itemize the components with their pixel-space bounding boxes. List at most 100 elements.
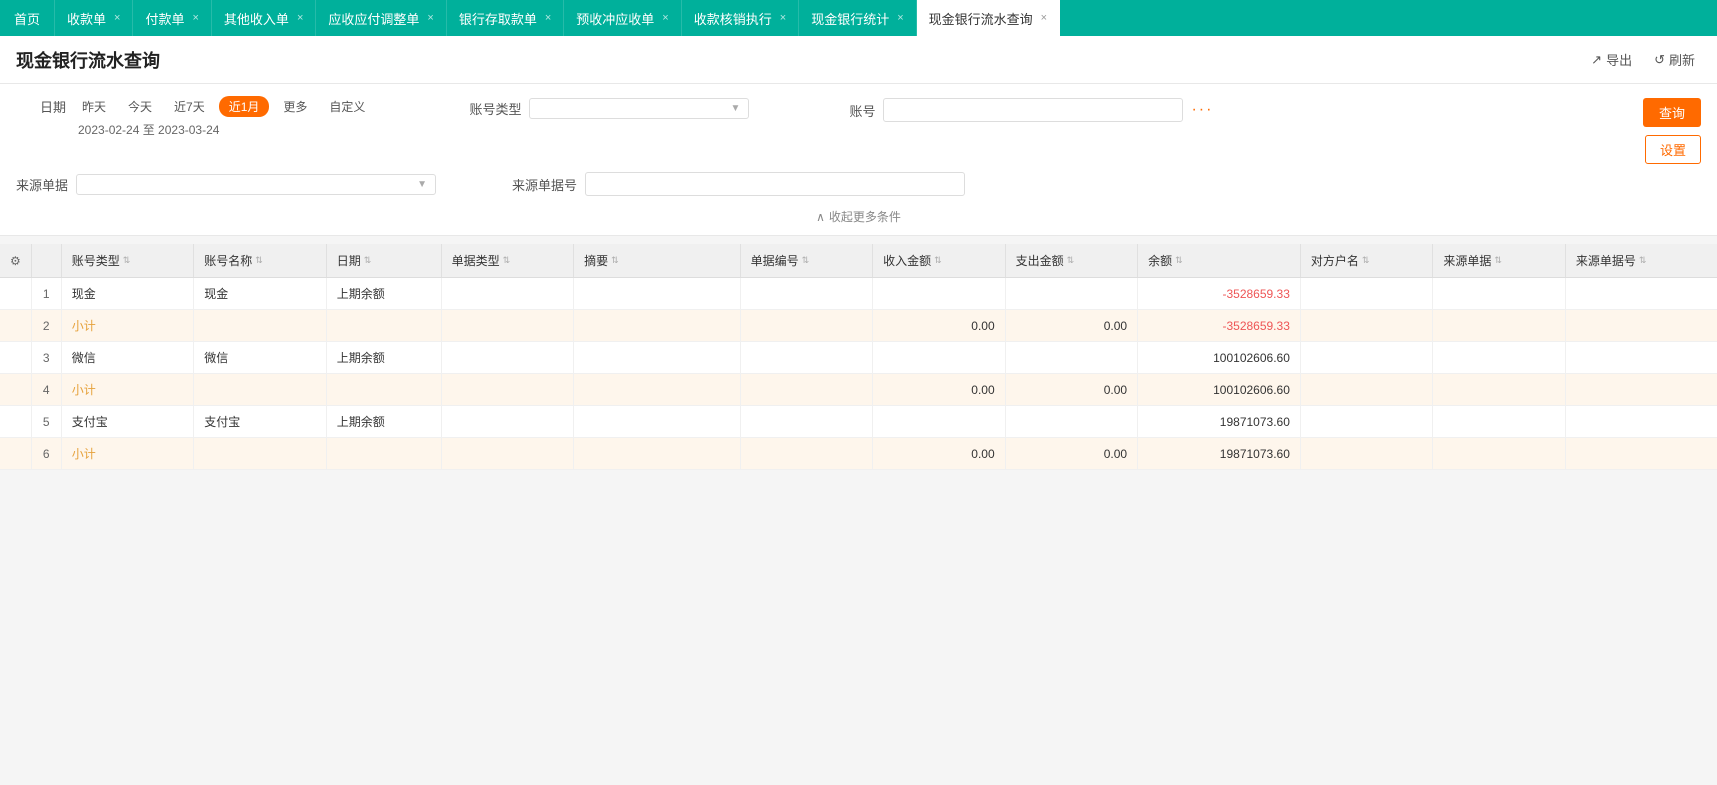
sort-icon: ⇅ [802, 255, 810, 266]
nav-tab-银行存取款单[interactable]: 银行存取款单× [447, 0, 564, 36]
row-gear-cell [0, 342, 31, 374]
account-type-column-header[interactable]: 账号类型⇅ [61, 244, 193, 278]
nav-tab-收款单[interactable]: 收款单× [55, 0, 133, 36]
tab-close-icon[interactable]: × [427, 12, 433, 24]
balance-cell: -3528659.33 [1138, 278, 1301, 310]
account-type-cell: 小计 [61, 310, 193, 342]
nav-tab-现金银行流水查询[interactable]: 现金银行流水查询× [917, 0, 1060, 36]
doc-number-cell [740, 406, 872, 438]
doc-number-cell [740, 310, 872, 342]
account-name-cell: 支付宝 [194, 406, 326, 438]
collapse-bar[interactable]: ∧ 收起更多条件 [16, 204, 1701, 227]
balance-cell: 19871073.60 [1138, 438, 1301, 470]
date-option-今天[interactable]: 今天 [120, 96, 160, 117]
tab-close-icon[interactable]: × [545, 12, 551, 24]
date-cell: 上期余额 [326, 278, 441, 310]
account-name-cell: 现金 [194, 278, 326, 310]
tab-close-icon[interactable]: × [780, 12, 786, 24]
table-row: 5 支付宝 支付宝 上期余额 19871073.60 [0, 406, 1717, 438]
settings-button[interactable]: 设置 [1645, 135, 1701, 164]
expense-cell: 0.00 [1005, 438, 1137, 470]
doc-number-cell [740, 342, 872, 374]
sort-icon: ⇅ [611, 255, 619, 266]
account-name-cell [194, 310, 326, 342]
source-doc-column-header[interactable]: 来源单据⇅ [1433, 244, 1565, 278]
table-row: 6 小计 0.00 0.00 19871073.60 [0, 438, 1717, 470]
date-option-近1月[interactable]: 近1月 [219, 96, 270, 117]
refresh-icon: ↺ [1654, 52, 1665, 68]
tab-close-icon[interactable]: × [192, 12, 198, 24]
date-option-自定义[interactable]: 自定义 [321, 96, 373, 117]
balance-cell: 100102606.60 [1138, 374, 1301, 406]
tab-close-icon[interactable]: × [297, 12, 303, 24]
balance-column-header[interactable]: 余额⇅ [1138, 244, 1301, 278]
summary-cell [574, 438, 741, 470]
doc-number-column-header[interactable]: 单据编号⇅ [740, 244, 872, 278]
source-doc-cell [1433, 374, 1565, 406]
export-icon: ↗ [1591, 52, 1602, 68]
source-doc-num-column-header[interactable]: 来源单据号⇅ [1565, 244, 1717, 278]
income-cell: 0.00 [873, 438, 1005, 470]
sort-icon: ⇅ [123, 255, 131, 266]
doc-type-cell [441, 438, 573, 470]
expense-cell [1005, 406, 1137, 438]
source-doc-select[interactable]: ▼ [76, 174, 436, 195]
sort-icon: ⇅ [1639, 255, 1647, 266]
sort-icon: ⇅ [255, 255, 263, 266]
source-doc-num-input[interactable] [585, 172, 965, 196]
tab-close-icon[interactable]: × [1041, 12, 1047, 24]
row-number-cell: 6 [31, 438, 61, 470]
income-cell: 0.00 [873, 310, 1005, 342]
gear-column-header[interactable]: ⚙ [0, 244, 31, 278]
table-row: 4 小计 0.00 0.00 100102606.60 [0, 374, 1717, 406]
tab-close-icon[interactable]: × [114, 12, 120, 24]
date-option-昨天[interactable]: 昨天 [74, 96, 114, 117]
summary-cell [574, 342, 741, 374]
nav-tab-现金银行统计[interactable]: 现金银行统计× [799, 0, 916, 36]
export-button[interactable]: ↗ 导出 [1585, 46, 1638, 73]
doc-type-cell [441, 374, 573, 406]
nav-tab-收款核销执行[interactable]: 收款核销执行× [682, 0, 799, 36]
account-type-select[interactable]: ▼ [529, 98, 749, 119]
date-column-header[interactable]: 日期⇅ [326, 244, 441, 278]
nav-tab-其他收入单[interactable]: 其他收入单× [212, 0, 316, 36]
source-doc-cell [1433, 406, 1565, 438]
counterparty-cell [1300, 342, 1432, 374]
sort-icon: ⇅ [1067, 255, 1075, 266]
refresh-button[interactable]: ↺ 刷新 [1648, 46, 1701, 73]
sort-icon: ⇅ [1175, 255, 1183, 266]
income-column-header[interactable]: 收入金额⇅ [873, 244, 1005, 278]
top-nav: 首页 收款单×付款单×其他收入单×应收应付调整单×银行存取款单×预收冲应收单×收… [0, 0, 1717, 36]
summary-column-header[interactable]: 摘要⇅ [574, 244, 741, 278]
row-number-cell: 3 [31, 342, 61, 374]
nav-home[interactable]: 首页 [0, 0, 55, 36]
source-doc-label: 来源单据 [16, 175, 68, 194]
query-button[interactable]: 查询 [1643, 98, 1701, 127]
tab-close-icon[interactable]: × [662, 12, 668, 24]
row-number-cell: 2 [31, 310, 61, 342]
source-doc-num-cell [1565, 406, 1717, 438]
balance-cell: 19871073.60 [1138, 406, 1301, 438]
nav-tab-付款单[interactable]: 付款单× [133, 0, 211, 36]
account-type-cell: 小计 [61, 374, 193, 406]
right-buttons: 查询 设置 [1643, 98, 1701, 164]
date-label: 日期 [16, 97, 66, 116]
expense-column-header[interactable]: 支出金额⇅ [1005, 244, 1137, 278]
account-dots-button[interactable]: ··· [1191, 101, 1213, 119]
doc-type-column-header[interactable]: 单据类型⇅ [441, 244, 573, 278]
tab-close-icon[interactable]: × [897, 12, 903, 24]
nav-tab-预收冲应收单[interactable]: 预收冲应收单× [564, 0, 681, 36]
summary-cell [574, 310, 741, 342]
account-type-cell: 微信 [61, 342, 193, 374]
date-option-更多[interactable]: 更多 [275, 96, 315, 117]
date-options: 昨天今天近7天近1月更多自定义 [74, 96, 373, 117]
row-gear-cell [0, 438, 31, 470]
account-input[interactable] [883, 98, 1183, 122]
account-name-column-header[interactable]: 账号名称⇅ [194, 244, 326, 278]
date-cell [326, 374, 441, 406]
counterparty-column-header[interactable]: 对方户名⇅ [1300, 244, 1432, 278]
account-type-label: 账号类型 [469, 99, 521, 118]
nav-tab-应收应付调整单[interactable]: 应收应付调整单× [316, 0, 446, 36]
date-option-近7天[interactable]: 近7天 [166, 96, 213, 117]
account-type-cell: 小计 [61, 438, 193, 470]
